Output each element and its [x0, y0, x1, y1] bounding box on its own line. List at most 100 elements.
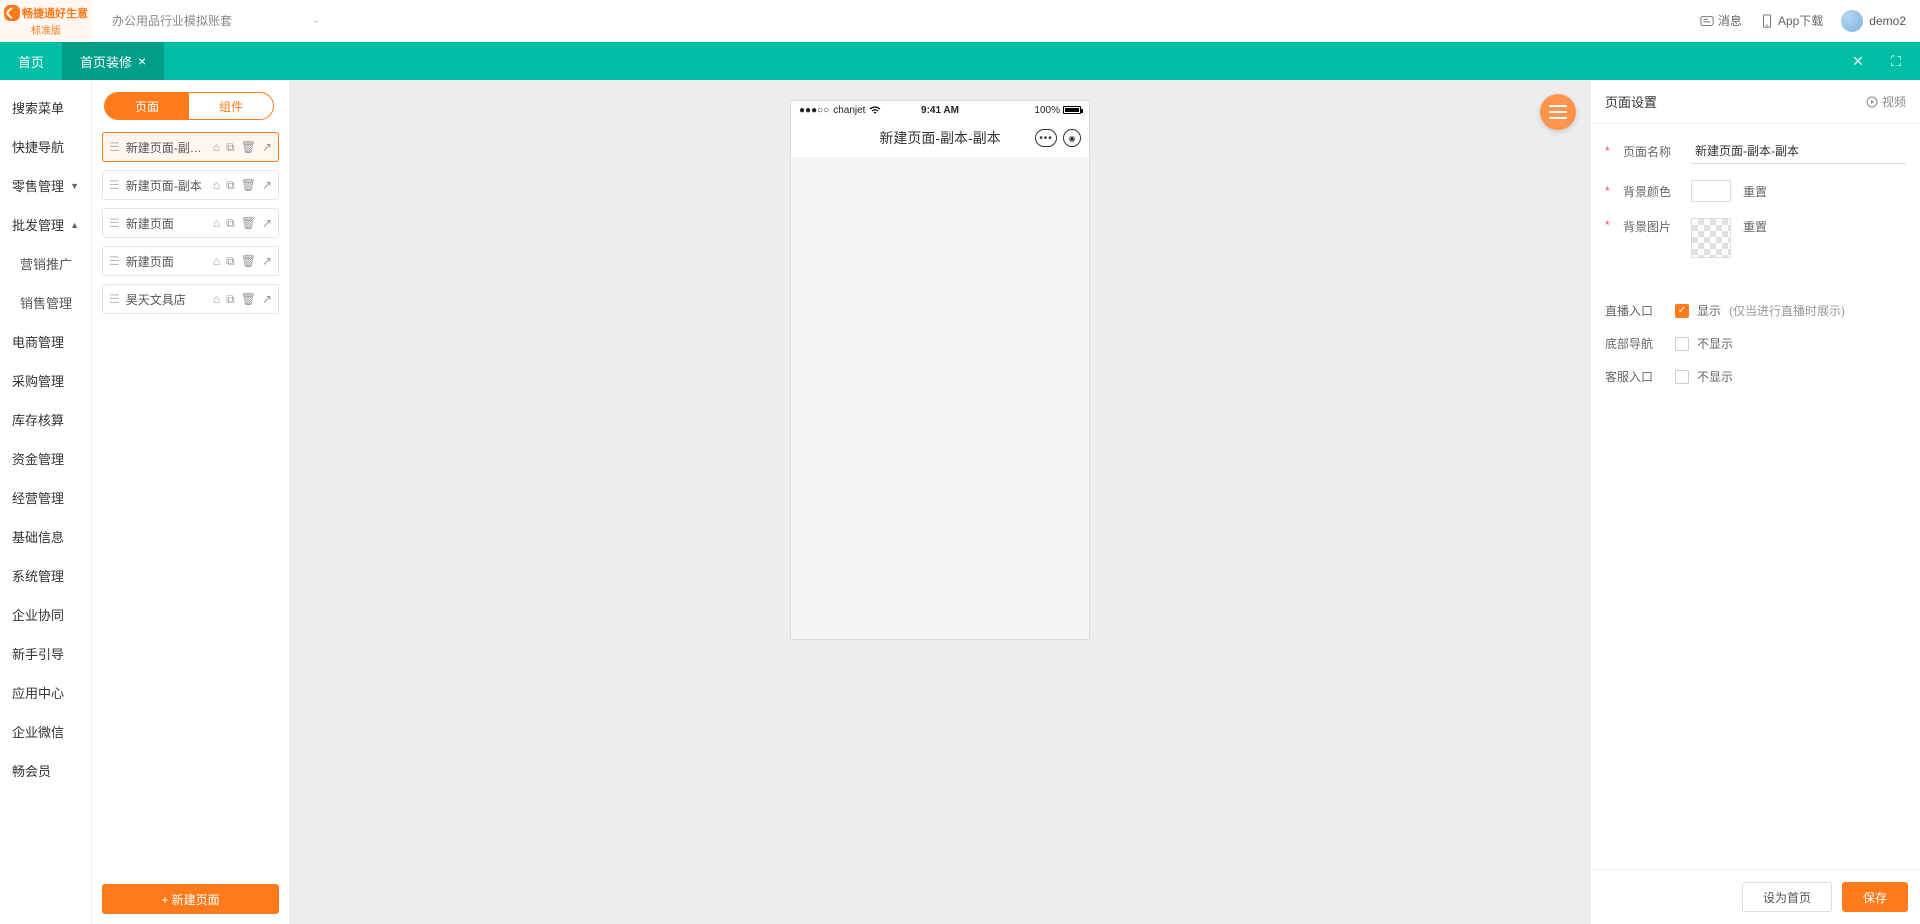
page-list-item[interactable]: ☰昊天文具店⌂⧉🗑↗ [102, 284, 279, 314]
sidebar-item[interactable]: 资金管理 [0, 439, 91, 478]
home-icon[interactable]: ⌂ [213, 140, 220, 155]
more-icon[interactable]: ••• [1035, 129, 1057, 147]
sidebar-item[interactable]: 经营管理 [0, 478, 91, 517]
drag-handle-icon[interactable]: ☰ [109, 216, 120, 230]
video-label: 视频 [1882, 93, 1906, 110]
live-entry-label: 直播入口 [1605, 302, 1667, 319]
share-icon[interactable]: ↗ [262, 254, 272, 269]
app-download-label: App下载 [1778, 12, 1823, 29]
target-icon[interactable]: ◉ [1063, 129, 1081, 147]
sidebar-nav: 搜索菜单快捷导航零售管理▼批发管理▲营销推广销售管理电商管理采购管理库存核算资金… [0, 80, 92, 924]
bg-color-reset[interactable]: 重置 [1743, 183, 1767, 200]
account-selector[interactable]: 办公用品行业模拟账套 ⌄ [112, 12, 320, 29]
drag-handle-icon[interactable]: ☰ [109, 178, 120, 192]
app-download-link[interactable]: App下载 [1760, 12, 1823, 29]
sidebar-item[interactable]: 零售管理▼ [0, 166, 91, 205]
brand-logo[interactable]: 畅捷通好生意 标准版 [0, 0, 92, 42]
segment-component-label: 组件 [219, 98, 243, 115]
bottom-nav-checkbox[interactable] [1675, 337, 1689, 351]
close-icon[interactable]: × [138, 54, 146, 68]
new-page-button[interactable]: + 新建页面 [102, 884, 279, 914]
set-home-label: 设为首页 [1763, 891, 1811, 905]
account-name: 办公用品行业模拟账套 [112, 12, 232, 29]
page-list-item[interactable]: ☰新建页面⌂⧉🗑↗ [102, 246, 279, 276]
delete-icon[interactable]: 🗑 [241, 140, 256, 155]
home-icon[interactable]: ⌂ [213, 216, 220, 231]
save-button[interactable]: 保存 [1842, 882, 1908, 912]
delete-icon[interactable]: 🗑 [241, 178, 256, 193]
sidebar-item[interactable]: 基础信息 [0, 517, 91, 556]
component-drawer-toggle[interactable] [1540, 94, 1576, 130]
home-icon[interactable]: ⌂ [213, 178, 220, 193]
sidebar-item[interactable]: 新手引导 [0, 634, 91, 673]
share-icon[interactable]: ↗ [262, 140, 272, 155]
bg-color-swatch[interactable] [1691, 180, 1731, 202]
delete-icon[interactable]: 🗑 [241, 216, 256, 231]
home-icon[interactable]: ⌂ [213, 292, 220, 307]
username: demo2 [1869, 14, 1906, 28]
set-home-button[interactable]: 设为首页 [1742, 882, 1832, 912]
sidebar-item-label: 零售管理 [12, 176, 64, 195]
copy-icon[interactable]: ⧉ [226, 292, 235, 307]
video-help-link[interactable]: 视频 [1866, 93, 1906, 110]
avatar [1841, 10, 1863, 32]
close-all-tabs[interactable]: ✕ [1844, 47, 1872, 75]
sidebar-item[interactable]: 畅会员 [0, 751, 91, 790]
sidebar-item-label: 畅会员 [12, 761, 51, 780]
drag-handle-icon[interactable]: ☰ [109, 254, 120, 268]
delete-icon[interactable]: 🗑 [241, 254, 256, 269]
sidebar-item[interactable]: 营销推广 [0, 244, 91, 283]
copy-icon[interactable]: ⧉ [226, 216, 235, 231]
sidebar-item[interactable]: 系统管理 [0, 556, 91, 595]
service-entry-checkbox[interactable] [1675, 370, 1689, 384]
phone-time: 9:41 AM [921, 105, 959, 116]
battery-icon [1063, 106, 1081, 114]
copy-icon[interactable]: ⧉ [226, 140, 235, 155]
sidebar-item[interactable]: 电商管理 [0, 322, 91, 361]
messages-link[interactable]: 消息 [1700, 12, 1742, 29]
share-icon[interactable]: ↗ [262, 292, 272, 307]
service-entry-label: 客服入口 [1605, 368, 1667, 385]
drag-handle-icon[interactable]: ☰ [109, 140, 120, 154]
sidebar-item-label: 企业协同 [12, 605, 64, 624]
sidebar-item[interactable]: 采购管理 [0, 361, 91, 400]
phone-page-title: 新建页面-副本-副本 [879, 128, 1000, 148]
share-icon[interactable]: ↗ [262, 216, 272, 231]
play-icon [1866, 96, 1878, 108]
delete-icon[interactable]: 🗑 [241, 292, 256, 307]
sidebar-item[interactable]: 搜索菜单 [0, 88, 91, 127]
user-menu[interactable]: demo2 [1841, 10, 1906, 32]
tab-home[interactable]: 首页 [0, 42, 62, 80]
copy-icon[interactable]: ⧉ [226, 178, 235, 193]
segment-component[interactable]: 组件 [189, 93, 273, 119]
page-list-item[interactable]: ☰新建页面-副本⌂⧉🗑↗ [102, 170, 279, 200]
fullscreen-toggle[interactable]: ⛶ [1882, 47, 1910, 75]
bg-image-swatch[interactable] [1691, 218, 1731, 258]
phone-status-bar: ●●●○○ chanjet 9:41 AM 100% [791, 101, 1089, 119]
tab-decorate[interactable]: 首页装修 × [62, 42, 164, 80]
tab-home-label: 首页 [18, 52, 44, 71]
sidebar-item[interactable]: 销售管理 [0, 283, 91, 322]
brand-name: 畅捷通好生意 [22, 5, 88, 21]
battery-percent: 100% [1034, 105, 1060, 116]
share-icon[interactable]: ↗ [262, 178, 272, 193]
segment-page[interactable]: 页面 [105, 93, 189, 119]
live-entry-checkbox[interactable]: ✓ [1675, 304, 1689, 318]
sidebar-item[interactable]: 企业协同 [0, 595, 91, 634]
phone-preview: ●●●○○ chanjet 9:41 AM 100% 新建页面-副本-副本 [790, 100, 1090, 640]
sidebar-item[interactable]: 快捷导航 [0, 127, 91, 166]
carrier-label: chanjet [833, 105, 865, 116]
sidebar-item[interactable]: 库存核算 [0, 400, 91, 439]
sidebar-item-label: 电商管理 [12, 332, 64, 351]
sidebar-item[interactable]: 企业微信 [0, 712, 91, 751]
sidebar-item[interactable]: 应用中心 [0, 673, 91, 712]
drag-handle-icon[interactable]: ☰ [109, 292, 120, 306]
hamburger-icon [1549, 111, 1567, 113]
home-icon[interactable]: ⌂ [213, 254, 220, 269]
copy-icon[interactable]: ⧉ [226, 254, 235, 269]
page-name-input[interactable] [1691, 138, 1906, 164]
page-list-item[interactable]: ☰新建页面⌂⧉🗑↗ [102, 208, 279, 238]
page-list-item[interactable]: ☰新建页面-副本...⌂⧉🗑↗ [102, 132, 279, 162]
sidebar-item[interactable]: 批发管理▲ [0, 205, 91, 244]
bg-image-reset[interactable]: 重置 [1743, 218, 1767, 235]
